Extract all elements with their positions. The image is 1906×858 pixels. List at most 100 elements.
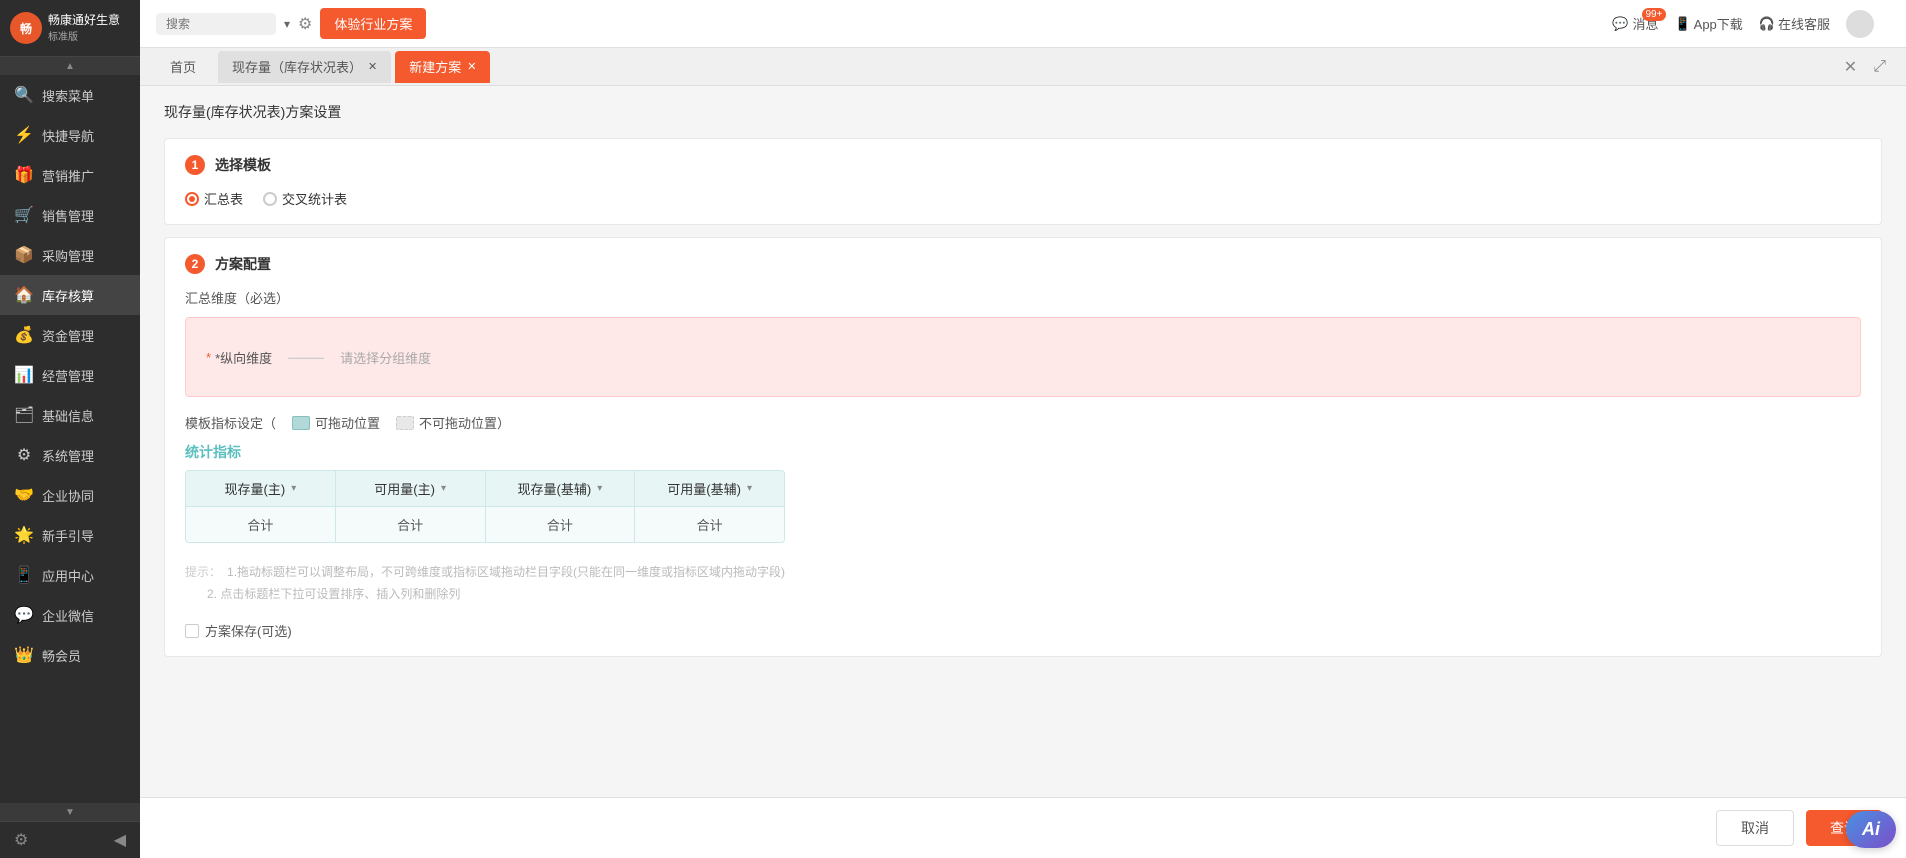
- box-icon: 📦: [14, 245, 34, 265]
- save-checkbox[interactable]: [185, 624, 199, 638]
- tab-inventory-status-close[interactable]: ✕: [368, 60, 377, 73]
- money-icon: 💰: [14, 325, 34, 345]
- ai-badge[interactable]: Ai: [1846, 811, 1896, 848]
- tab-close-button[interactable]: ✕: [1840, 53, 1861, 81]
- chat-icon: 💬: [14, 605, 34, 625]
- search-input[interactable]: [156, 13, 276, 35]
- tab-home[interactable]: 首页: [156, 51, 210, 83]
- sidebar-scroll-down[interactable]: ▼: [0, 803, 140, 821]
- sidebar-item-vip[interactable]: 👑 畅会员: [0, 635, 140, 675]
- stats-col-2[interactable]: 现存量(基辅) ▾: [486, 471, 636, 506]
- sidebar-bottom: ⚙ ◀: [0, 821, 140, 858]
- stats-col-1-label: 可用量(主): [374, 479, 435, 498]
- radio-cross-dot: [263, 192, 277, 206]
- sidebar-item-appcenter[interactable]: 📱 应用中心: [0, 555, 140, 595]
- sidebar-item-corp[interactable]: 🤝 企业协同: [0, 475, 140, 515]
- topbar-dropdown-arrow[interactable]: ▾: [284, 17, 290, 31]
- stats-cell-3: 合计: [635, 507, 784, 542]
- sidebar-item-wechat[interactable]: 💬 企业微信: [0, 595, 140, 635]
- section-template: 1 选择模板 汇总表 交叉统计表: [164, 138, 1882, 225]
- sidebar-menu: 🔍 搜索菜单 ⚡ 快捷导航 🎁 营销推广 🛒 销售管理 📦 采购管理 🏠 库存核…: [0, 75, 140, 803]
- stats-table: 现存量(主) ▾ 可用量(主) ▾ 现存量(基辅) ▾ 可用量(基辅) ▾: [185, 470, 785, 543]
- home-icon: 🏠: [14, 285, 34, 305]
- sidebar-item-basic[interactable]: 🗂 基础信息: [0, 395, 140, 435]
- sidebar: 畅 畅康通好生意 标准版 ▲ 🔍 搜索菜单 ⚡ 快捷导航 🎁 营销推广 🛒 销售…: [0, 0, 140, 858]
- required-star: *: [206, 350, 211, 365]
- messages-badge: 99+: [1642, 8, 1667, 21]
- app-name: 畅康通好生意: [48, 13, 120, 29]
- handshake-icon: 🤝: [14, 485, 34, 505]
- stats-table-row: 合计 合计 合计 合计: [186, 506, 784, 542]
- chart-icon: 📊: [14, 365, 34, 385]
- tab-inventory-status[interactable]: 现存量（库存状况表） ✕: [218, 51, 391, 83]
- cta-button[interactable]: 体验行业方案: [320, 8, 426, 39]
- cancel-button[interactable]: 取消: [1716, 810, 1794, 846]
- stats-cell-0: 合计: [186, 507, 336, 542]
- draggable-legend-box: [292, 416, 310, 430]
- sidebar-scroll-up[interactable]: ▲: [0, 57, 140, 75]
- sidebar-item-marketing[interactable]: 🎁 营销推广: [0, 155, 140, 195]
- sidebar-item-inventory[interactable]: 🏠 库存核算: [0, 275, 140, 315]
- dimension-label: 汇总维度（必选）: [185, 288, 1861, 307]
- legend-draggable: 可拖动位置: [292, 413, 380, 432]
- sidebar-item-operations[interactable]: 📊 经营管理: [0, 355, 140, 395]
- stats-col-0-dropdown[interactable]: ▾: [291, 483, 296, 494]
- step2-title: 方案配置: [215, 254, 271, 274]
- service-button[interactable]: 🎧 在线客服: [1759, 14, 1830, 33]
- phone-download-icon: 📱: [1674, 16, 1690, 32]
- tip-text-2: 2. 点击标题栏下拉可设置排序、插入列和删除列: [207, 584, 460, 606]
- sidebar-item-system[interactable]: ⚙ 系统管理: [0, 435, 140, 475]
- step1-title: 选择模板: [215, 155, 271, 175]
- stats-col-3[interactable]: 可用量(基辅) ▾: [635, 471, 784, 506]
- stats-col-0[interactable]: 现存量(主) ▾: [186, 471, 336, 506]
- phone-icon: 📱: [14, 565, 34, 585]
- stats-col-3-dropdown[interactable]: ▾: [747, 483, 752, 494]
- sidebar-item-finance[interactable]: 💰 资金管理: [0, 315, 140, 355]
- stats-table-header: 现存量(主) ▾ 可用量(主) ▾ 现存量(基辅) ▾ 可用量(基辅) ▾: [186, 471, 784, 506]
- radio-cross[interactable]: 交叉统计表: [263, 189, 347, 208]
- star-icon: 🌟: [14, 525, 34, 545]
- app-edition: 标准版: [48, 28, 120, 43]
- stats-col-1[interactable]: 可用量(主) ▾: [336, 471, 486, 506]
- sidebar-logo: 畅 畅康通好生意 标准版: [0, 0, 140, 57]
- page-title: 现存量(库存状况表)方案设置: [164, 102, 1882, 122]
- stats-col-2-dropdown[interactable]: ▾: [597, 483, 602, 494]
- tab-new-plan-close[interactable]: ✕: [467, 60, 476, 73]
- stats-col-1-dropdown[interactable]: ▾: [441, 483, 446, 494]
- app-download-button[interactable]: 📱 App下载: [1674, 14, 1742, 33]
- vertical-dim-label: *纵向维度: [215, 348, 272, 367]
- topbar-right: 💬 消息 99+ 📱 App下载 🎧 在线客服: [1612, 10, 1890, 38]
- sidebar-item-shortcut[interactable]: ⚡ 快捷导航: [0, 115, 140, 155]
- search-icon: 🔍: [14, 85, 34, 105]
- dimension-separator: ——: [288, 347, 324, 368]
- dimension-area[interactable]: * *纵向维度 —— 请选择分组维度: [185, 317, 1861, 397]
- legend-non-draggable: 不可拖动位置）: [396, 413, 510, 432]
- sidebar-item-search[interactable]: 🔍 搜索菜单: [0, 75, 140, 115]
- user-avatar[interactable]: [1846, 10, 1874, 38]
- radio-summary[interactable]: 汇总表: [185, 189, 243, 208]
- gear-icon: ⚙: [14, 445, 34, 465]
- save-checkbox-row: 方案保存(可选): [185, 621, 1861, 640]
- topbar-gear-icon[interactable]: ⚙: [298, 14, 312, 34]
- message-icon: 💬: [1612, 16, 1628, 32]
- radio-summary-dot: [185, 192, 199, 206]
- sidebar-item-sales[interactable]: 🛒 销售管理: [0, 195, 140, 235]
- settings-icon[interactable]: ⚙: [14, 830, 28, 850]
- topbar-left: ▾ ⚙ 体验行业方案: [156, 8, 1600, 39]
- non-draggable-label: 不可拖动位置）: [419, 413, 510, 432]
- section-config: 2 方案配置 汇总维度（必选） * *纵向维度 —— 请选择分组维度 模板指标设…: [164, 237, 1882, 657]
- draggable-label: 可拖动位置: [315, 413, 380, 432]
- topbar: ▾ ⚙ 体验行业方案 💬 消息 99+ 📱 App下载 🎧 在线客服: [140, 0, 1906, 48]
- sidebar-item-newguide[interactable]: 🌟 新手引导: [0, 515, 140, 555]
- metrics-legend-label: 模板指标设定（: [185, 413, 276, 432]
- save-checkbox-label: 方案保存(可选): [205, 621, 292, 640]
- collapse-icon[interactable]: ◀: [114, 830, 126, 850]
- tab-expand-button[interactable]: ⤢: [1869, 54, 1890, 80]
- tab-new-plan[interactable]: 新建方案 ✕: [395, 51, 490, 83]
- stats-col-2-label: 现存量(基辅): [518, 479, 592, 498]
- headset-icon: 🎧: [1759, 16, 1775, 32]
- tip-text-1: 1.拖动标题栏可以调整布局，不可跨维度或指标区域拖动栏目字段(只能在同一维度或指…: [227, 562, 785, 584]
- template-options: 汇总表 交叉统计表: [185, 189, 1861, 208]
- sidebar-item-purchase[interactable]: 📦 采购管理: [0, 235, 140, 275]
- messages-button[interactable]: 💬 消息 99+: [1612, 14, 1658, 33]
